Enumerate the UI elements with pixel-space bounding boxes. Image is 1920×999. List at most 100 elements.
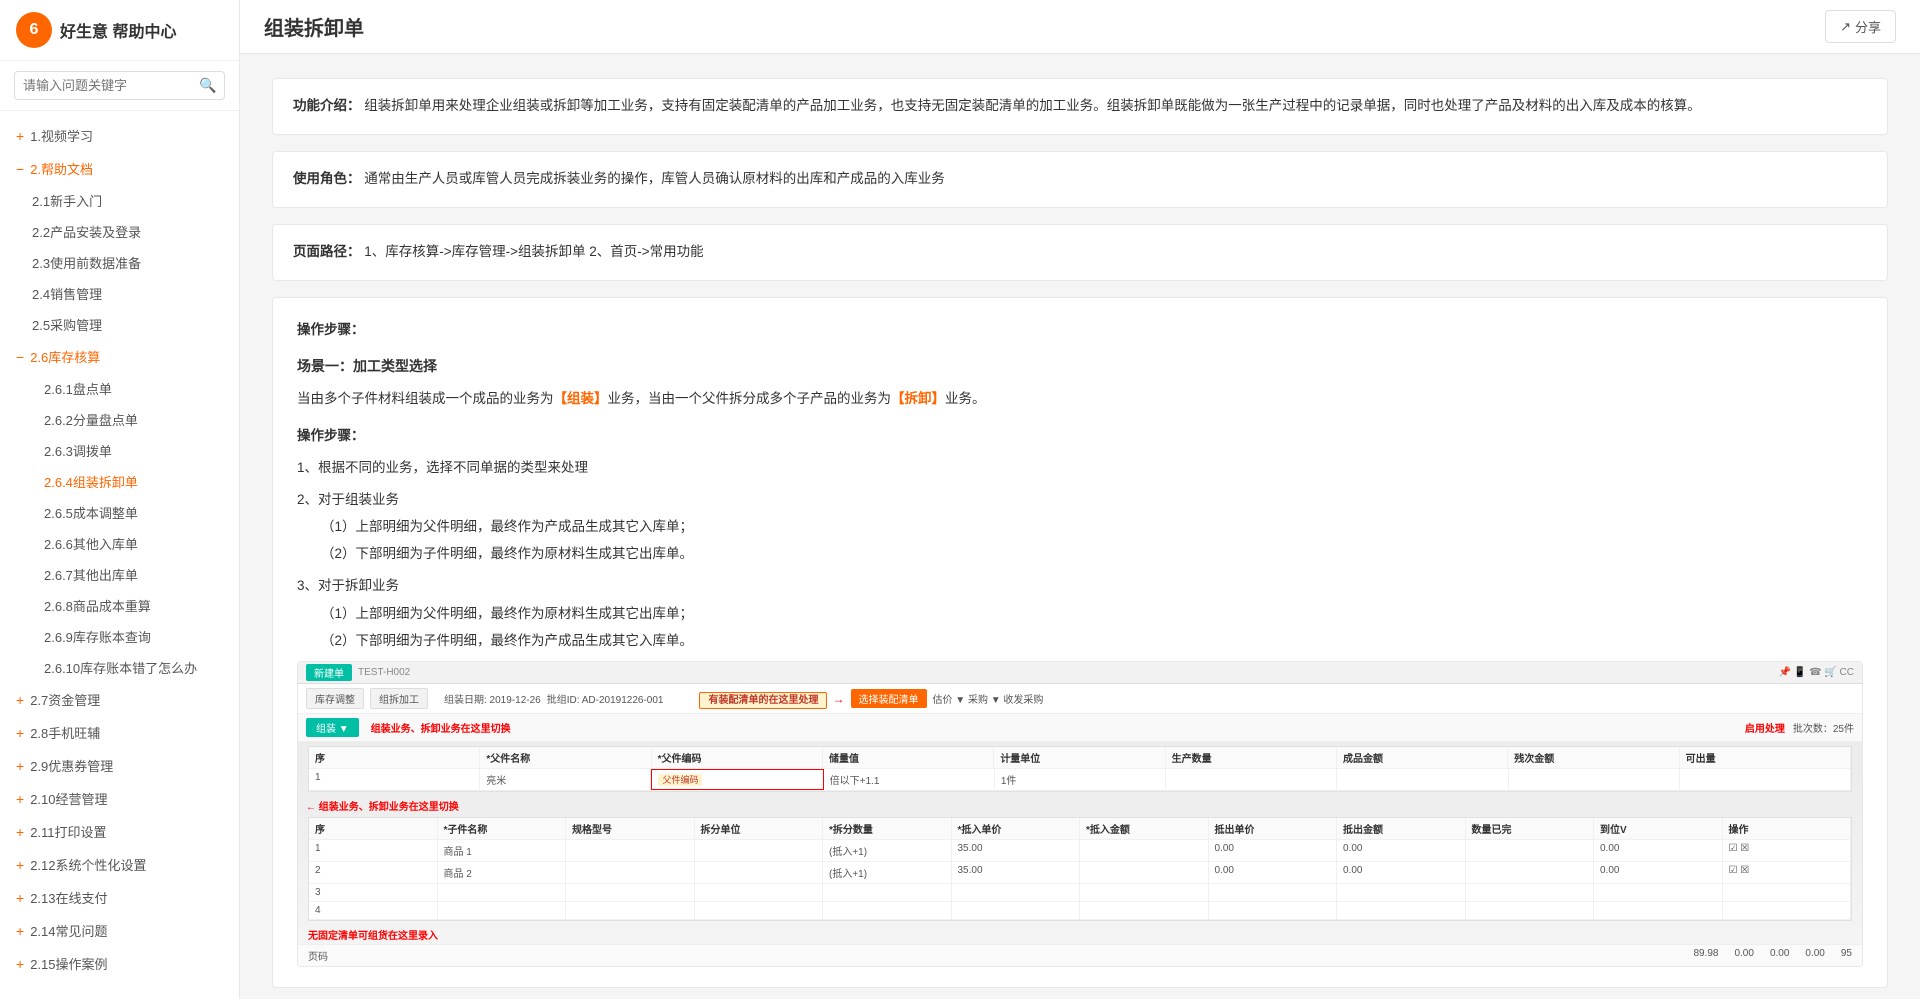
nav-label: 2.14常见问题 bbox=[30, 921, 107, 940]
sidebar-item-coupons[interactable]: + 2.9优惠券管理 bbox=[0, 749, 239, 782]
feature-intro-label: 功能介绍： bbox=[293, 98, 361, 113]
feature-intro-box: 功能介绍： 组装拆卸单用来处理企业组装或拆卸等加工业务，支持有固定装配清单的产品… bbox=[272, 78, 1888, 135]
search-icon[interactable]: 🔍 bbox=[199, 77, 216, 94]
sidebar-item-operations[interactable]: + 2.10经营管理 bbox=[0, 782, 239, 815]
expand-icon: + bbox=[16, 758, 24, 774]
sidebar-item-268[interactable]: 2.6.8商品成本重算 bbox=[0, 590, 239, 621]
nav-label: 2.8手机旺辅 bbox=[30, 723, 100, 742]
expand-icon: + bbox=[16, 923, 24, 939]
annotation3-text: 启用处理 bbox=[1745, 720, 1785, 735]
annotation2-label: ← 组装业务、拆卸业务在这里切换 bbox=[306, 802, 459, 813]
sidebar-item-newcomer[interactable]: 2.1新手入门 bbox=[0, 185, 239, 216]
search-input[interactable] bbox=[23, 78, 199, 93]
main-content: 组装拆卸单 ↗ 分享 功能介绍： 组装拆卸单用来处理企业组装或拆卸等加工业务，支… bbox=[240, 0, 1920, 999]
sidebar-item-videos[interactable]: + 1.视频学习 bbox=[0, 119, 239, 152]
sidebar-item-265[interactable]: 2.6.5成本调整单 bbox=[0, 497, 239, 528]
sidebar-item-print[interactable]: + 2.11打印设置 bbox=[0, 815, 239, 848]
share-label: 分享 bbox=[1855, 17, 1881, 36]
fake-action: 估价 ▼ 采购 ▼ 收发采购 bbox=[933, 691, 1044, 706]
fake-testid: TEST-H002 bbox=[358, 667, 410, 678]
sidebar-item-finance[interactable]: + 2.7资金管理 bbox=[0, 683, 239, 716]
sidebar-item-faq[interactable]: + 2.14常见问题 bbox=[0, 914, 239, 947]
nav-label: 2.帮助文档 bbox=[30, 159, 93, 178]
logo-icon: 6 bbox=[16, 12, 52, 48]
sidebar-item-262[interactable]: 2.6.2分量盘点单 bbox=[0, 404, 239, 435]
step3-sub2: （2）下部明细为子件明细，最终作为产成品生成其它入库单。 bbox=[321, 630, 1863, 653]
top-bar: 组装拆卸单 ↗ 分享 bbox=[240, 0, 1920, 54]
breadcrumb-box: 页面路径： 1、库存核算->库存管理->组装拆卸单 2、首页->常用功能 bbox=[272, 224, 1888, 281]
logo-area: 6 好生意 帮助中心 bbox=[0, 0, 239, 61]
collapse-icon: − bbox=[16, 349, 24, 365]
sidebar-item-269[interactable]: 2.6.9库存账本查询 bbox=[0, 621, 239, 652]
expand-icon: + bbox=[16, 128, 24, 144]
fake-parent-table: 序 *父件名称 *父件编码 储量值 计量单位 生产数量 成品金额 残次金额 可出… bbox=[308, 746, 1852, 792]
fake-footer-row: 页码 89.98 0.00 0.00 0.00 95 bbox=[298, 944, 1862, 966]
step2-sub2: （2）下部明细为子件明细，最终作为原材料生成其它出库单。 bbox=[321, 543, 1863, 566]
fake-nav-btn2: 组拆加工 bbox=[370, 688, 428, 709]
step2-sub1: （1）上部明细为父件明细，最终作为产成品生成其它入库单； bbox=[321, 516, 1863, 539]
nav-label: 2.9优惠券管理 bbox=[30, 756, 113, 775]
share-button[interactable]: ↗ 分享 bbox=[1825, 10, 1896, 43]
annotation4-text: 无固定清单可组货在这里录入 bbox=[308, 927, 438, 942]
sidebar-item-purchase[interactable]: 2.5采购管理 bbox=[0, 309, 239, 340]
sidebar-item-inventory[interactable]: − 2.6库存核算 bbox=[0, 340, 239, 373]
sidebar-item-cases[interactable]: + 2.15操作案例 bbox=[0, 947, 239, 980]
fake-confirm-btn: 选择装配清单 bbox=[851, 689, 927, 708]
expand-icon: + bbox=[16, 857, 24, 873]
sidebar-item-sales[interactable]: 2.4销售管理 bbox=[0, 278, 239, 309]
step3-sub1: （1）上部明细为父件明细，最终作为原材料生成其它出库单； bbox=[321, 603, 1863, 626]
steps-intro: 操作步骤： bbox=[297, 424, 1863, 448]
fake-groupid: 批组ID: AD-20191226-001 bbox=[547, 691, 664, 706]
scene1-desc: 当由多个子件材料组装成一个成品的业务为【组装】业务，当由一个父件拆分成多个子产品… bbox=[297, 387, 1863, 411]
step2: 2、对于组装业务 bbox=[297, 488, 1863, 512]
expand-icon: + bbox=[16, 824, 24, 840]
sidebar-item-data-prep[interactable]: 2.3使用前数据准备 bbox=[0, 247, 239, 278]
page-title: 组装拆卸单 bbox=[264, 12, 364, 41]
nav-label: 2.7资金管理 bbox=[30, 690, 100, 709]
nav-label: 2.6库存核算 bbox=[30, 347, 100, 366]
nav-label: 2.12系统个性化设置 bbox=[30, 855, 146, 874]
expand-icon: + bbox=[16, 692, 24, 708]
expand-icon: + bbox=[16, 725, 24, 741]
sidebar-item-online-pay[interactable]: + 2.13在线支付 bbox=[0, 881, 239, 914]
sidebar-item-mobile[interactable]: + 2.8手机旺辅 bbox=[0, 716, 239, 749]
sidebar-item-docs[interactable]: − 2.帮助文档 bbox=[0, 152, 239, 185]
fake-child-table: 序 *子件名称 规格型号 拆分单位 *拆分数量 *抵入单价 *抵入金额 抵出单价… bbox=[308, 817, 1852, 921]
expand-icon: + bbox=[16, 956, 24, 972]
collapse-icon: − bbox=[16, 161, 24, 177]
nav-label: 1.视频学习 bbox=[30, 126, 93, 145]
screenshot-container: 新建单 TEST-H002 📌 📱 ☎ 🛒 CC 库存调整 组拆加工 组装日期:… bbox=[297, 661, 1863, 967]
sidebar-item-267[interactable]: 2.6.7其他出库单 bbox=[0, 559, 239, 590]
sidebar-item-2610[interactable]: 2.6.10库存账本错了怎么办 bbox=[0, 652, 239, 683]
steps-main-title: 操作步骤： bbox=[297, 318, 1863, 342]
share-icon: ↗ bbox=[1840, 19, 1851, 35]
sidebar-item-install[interactable]: 2.2产品安装及登录 bbox=[0, 216, 239, 247]
fake-app-tab: 新建单 bbox=[306, 664, 352, 681]
sidebar-item-system[interactable]: + 2.12系统个性化设置 bbox=[0, 848, 239, 881]
sidebar: 6 好生意 帮助中心 🔍 + 1.视频学习 − 2.帮助文档 2.1新手入门 2… bbox=[0, 0, 240, 999]
step3: 3、对于拆卸业务 bbox=[297, 574, 1863, 598]
logo-text: 好生意 帮助中心 bbox=[60, 18, 176, 42]
nav-label: 2.10经营管理 bbox=[30, 789, 107, 808]
search-box: 🔍 bbox=[14, 71, 225, 100]
role-intro-label: 使用角色： bbox=[293, 171, 361, 186]
search-area: 🔍 bbox=[0, 61, 239, 111]
sidebar-item-261[interactable]: 2.6.1盘点单 bbox=[0, 373, 239, 404]
sidebar-item-264[interactable]: 2.6.4组装拆卸单 bbox=[0, 466, 239, 497]
fake-icons: 📌 📱 ☎ 🛒 CC bbox=[1779, 667, 1854, 678]
annotation2-text: 组装业务、拆卸业务在这里切换 bbox=[371, 720, 511, 735]
sidebar-item-263[interactable]: 2.6.3调拨单 bbox=[0, 435, 239, 466]
steps-content: 操作步骤： 场景一：加工类型选择 当由多个子件材料组装成一个成品的业务为【组装】… bbox=[272, 297, 1888, 988]
sidebar-item-266[interactable]: 2.6.6其他入库单 bbox=[0, 528, 239, 559]
screenshot-image: 新建单 TEST-H002 📌 📱 ☎ 🛒 CC 库存调整 组拆加工 组装日期:… bbox=[298, 662, 1862, 966]
fake-date: 组装日期: 2019-12-26 bbox=[444, 691, 541, 706]
breadcrumb-label: 页面路径： bbox=[293, 244, 361, 259]
fake-type-tab: 组装 ▼ bbox=[306, 718, 359, 737]
step1: 1、根据不同的业务，选择不同单据的类型来处理 bbox=[297, 456, 1863, 480]
nav-label: 2.11打印设置 bbox=[30, 822, 106, 841]
content-area: 功能介绍： 组装拆卸单用来处理企业组装或拆卸等加工业务，支持有固定装配清单的产品… bbox=[240, 54, 1920, 999]
role-intro-box: 使用角色： 通常由生产人员或库管人员完成拆装业务的操作，库管人员确认原材料的出库… bbox=[272, 151, 1888, 208]
nav-label: 2.13在线支付 bbox=[30, 888, 107, 907]
feature-intro-text: 组装拆卸单用来处理企业组装或拆卸等加工业务，支持有固定装配清单的产品加工业务，也… bbox=[364, 98, 1701, 113]
fake-nav-btn1: 库存调整 bbox=[306, 688, 364, 709]
